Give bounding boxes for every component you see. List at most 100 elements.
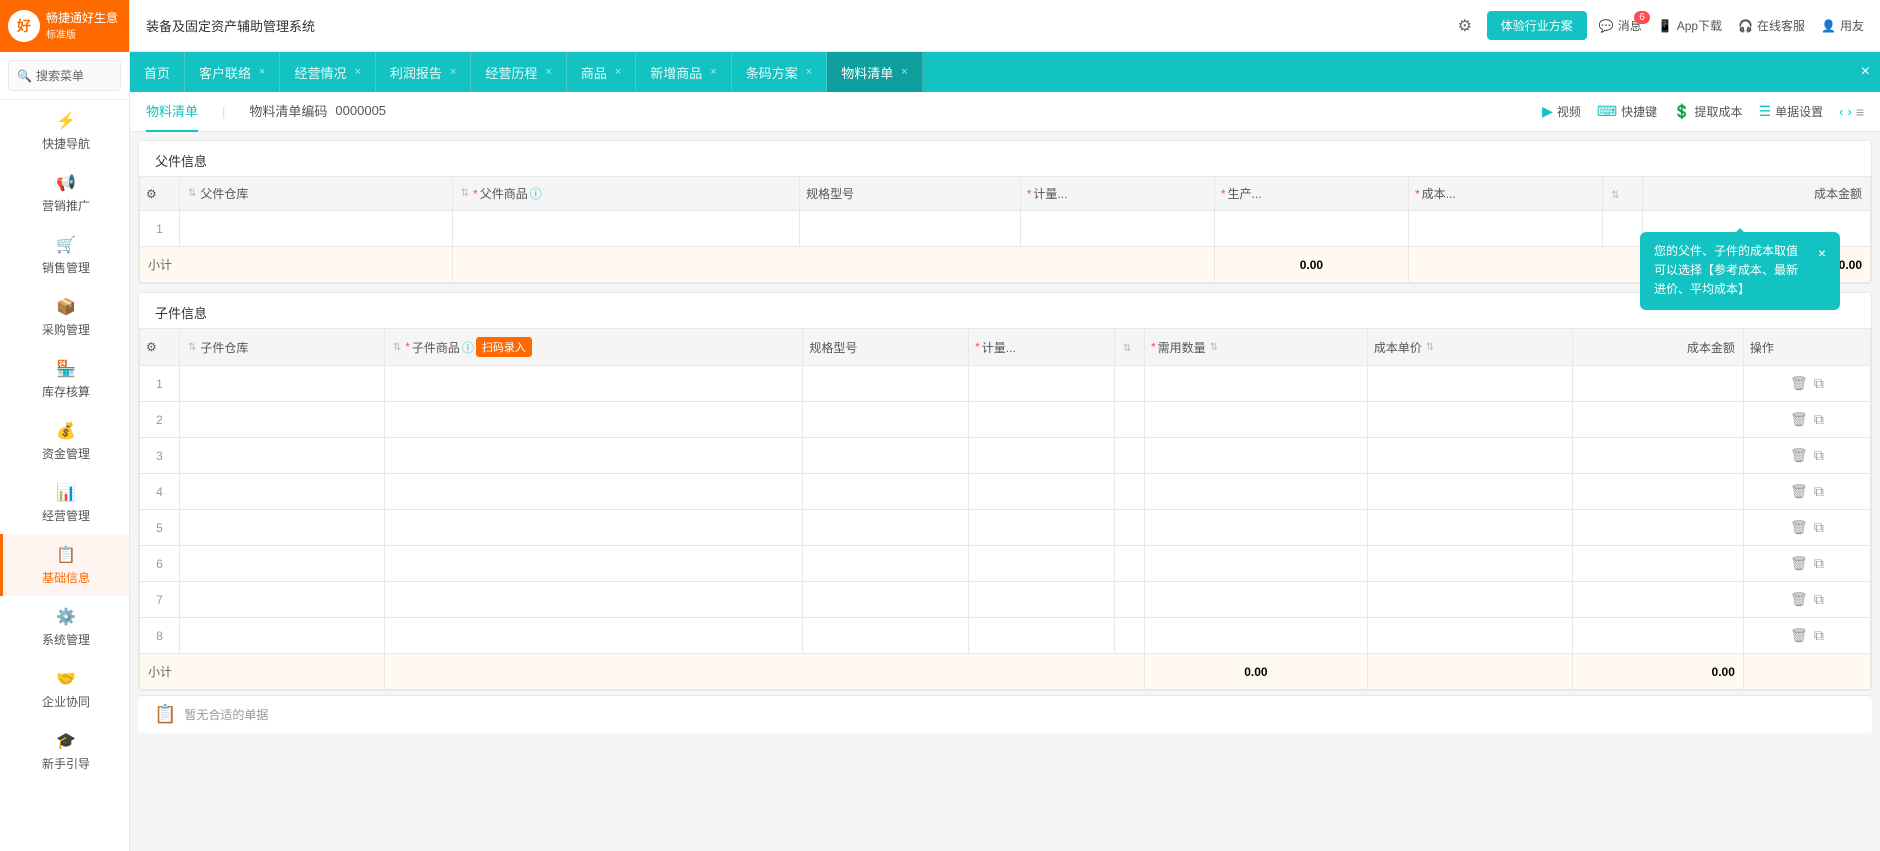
tab-customer[interactable]: 客户联络 × bbox=[185, 52, 280, 92]
sub-tab-bom-list[interactable]: 物料清单 bbox=[146, 92, 198, 132]
layout-button[interactable]: ≡ bbox=[1856, 104, 1864, 120]
shortcut-button[interactable]: ⌨ 快捷键 bbox=[1597, 103, 1657, 120]
tab-profit[interactable]: 利润报告 × bbox=[376, 52, 471, 92]
tab-product-close[interactable]: × bbox=[615, 66, 621, 78]
copy-icon[interactable]: ⧉ bbox=[1814, 375, 1824, 392]
copy-icon[interactable]: ⧉ bbox=[1814, 483, 1824, 500]
tooltip-close-button[interactable]: × bbox=[1818, 242, 1826, 264]
parent-row-1-num: 1 bbox=[140, 211, 180, 247]
message-button[interactable]: 💬 消息 6 bbox=[1599, 17, 1642, 34]
cost-tooltip: × 您的父件、子件的成本取值可以选择【参考成本、最新进价、平均成本】 bbox=[1640, 232, 1840, 310]
child-row-1-quantity[interactable] bbox=[969, 366, 1115, 402]
parent-row-1-production[interactable] bbox=[1214, 211, 1408, 247]
delete-icon[interactable]: 🗑 bbox=[1790, 555, 1808, 572]
delete-icon[interactable]: 🗑 bbox=[1790, 483, 1808, 500]
search-menu-button[interactable]: 🔍 搜索菜单 bbox=[8, 60, 121, 91]
parent-row-1-cost[interactable] bbox=[1408, 211, 1602, 247]
sidebar-item-operation[interactable]: 📊 经营管理 bbox=[0, 472, 129, 534]
sub-tabs: 物料清单 | 物料清单编码 0000005 ▶ 视频 ⌨ 快捷键 💲 提 bbox=[130, 92, 1880, 132]
prev-button[interactable]: ‹ bbox=[1839, 104, 1843, 119]
parent-section: 父件信息 ⚙ ⇅父件仓库 ⇅ * bbox=[138, 140, 1872, 284]
copy-icon[interactable]: ⧉ bbox=[1814, 555, 1824, 572]
tab-history[interactable]: 经营历程 × bbox=[471, 52, 566, 92]
tab-add-product[interactable]: 新增商品 × bbox=[636, 52, 731, 92]
copy-icon[interactable]: ⧉ bbox=[1814, 447, 1824, 464]
copy-icon[interactable]: ⧉ bbox=[1814, 519, 1824, 536]
tab-operation-status-label: 经营情况 bbox=[294, 63, 346, 82]
parent-row-1-spec[interactable] bbox=[800, 211, 1021, 247]
delete-icon[interactable]: 🗑 bbox=[1790, 519, 1808, 536]
sidebar-item-sales-label: 销售管理 bbox=[42, 259, 90, 276]
copy-icon[interactable]: ⧉ bbox=[1814, 411, 1824, 428]
child-col-product: ⇅ * 子件商品 ⓘ 扫码录入 bbox=[384, 329, 803, 366]
tab-operation-status-close[interactable]: × bbox=[354, 66, 360, 78]
parent-subtotal-cost: 0.00 bbox=[1214, 247, 1408, 283]
user-button[interactable]: 👤 用友 bbox=[1821, 17, 1864, 34]
tab-customer-close[interactable]: × bbox=[259, 66, 265, 78]
delete-icon[interactable]: 🗑 bbox=[1790, 411, 1808, 428]
system-title: 装备及固定资产辅助管理系统 bbox=[146, 16, 1439, 35]
sidebar-item-sales[interactable]: 🛒 销售管理 bbox=[0, 224, 129, 286]
copy-icon[interactable]: ⧉ bbox=[1814, 627, 1824, 644]
parent-row-1-quantity[interactable] bbox=[1020, 211, 1214, 247]
delete-icon[interactable]: 🗑 bbox=[1790, 447, 1808, 464]
delete-icon[interactable]: 🗑 bbox=[1790, 375, 1808, 392]
sidebar-item-enterprise[interactable]: 🤝 企业协同 bbox=[0, 658, 129, 720]
tab-profit-label: 利润报告 bbox=[390, 63, 442, 82]
sub-tab-bom-list-label: 物料清单 bbox=[146, 101, 198, 120]
sub-tab-bom-number[interactable]: 物料清单编码 0000005 bbox=[249, 92, 386, 132]
parent-row-1-product[interactable] bbox=[452, 211, 799, 247]
single-setting-button[interactable]: ☰ 单据设置 bbox=[1759, 103, 1824, 120]
parent-col-settings[interactable]: ⚙ bbox=[140, 177, 180, 211]
parent-row-1-warehouse[interactable] bbox=[180, 211, 453, 247]
parent-col-cost: *成本... bbox=[1408, 177, 1602, 211]
child-row-1-warehouse[interactable] bbox=[180, 366, 385, 402]
child-row-1-amount[interactable] bbox=[1572, 366, 1743, 402]
tab-bom-close[interactable]: × bbox=[901, 66, 907, 78]
video-button[interactable]: ▶ 视频 bbox=[1542, 103, 1581, 120]
settings-button[interactable]: ⚙ bbox=[1451, 12, 1479, 40]
child-row-5-actions: 🗑⧉ bbox=[1744, 519, 1870, 536]
sidebar-item-guide[interactable]: 🎓 新手引导 bbox=[0, 720, 129, 782]
next-button[interactable]: › bbox=[1847, 104, 1851, 119]
tab-history-close[interactable]: × bbox=[545, 66, 551, 78]
tab-home[interactable]: 首页 bbox=[130, 52, 185, 92]
sidebar-item-purchase[interactable]: 📦 采购管理 bbox=[0, 286, 129, 348]
cost-label: 提取成本 bbox=[1695, 103, 1743, 120]
scan-button[interactable]: 扫码录入 bbox=[476, 337, 532, 357]
delete-icon[interactable]: 🗑 bbox=[1790, 591, 1808, 608]
nav-tabs: 首页 客户联络 × 经营情况 × 利润报告 × 经营历程 × 商品 × 新增商品… bbox=[130, 52, 1880, 92]
sidebar-item-marketing[interactable]: 📢 营销推广 bbox=[0, 162, 129, 224]
tab-operation-status[interactable]: 经营情况 × bbox=[280, 52, 375, 92]
tab-add-product-close[interactable]: × bbox=[710, 66, 716, 78]
sidebar-item-system[interactable]: ⚙️ 系统管理 bbox=[0, 596, 129, 658]
trial-button[interactable]: 体验行业方案 bbox=[1487, 11, 1587, 40]
sidebar-item-basic[interactable]: 📋 基础信息 bbox=[0, 534, 129, 596]
tab-barcode-close[interactable]: × bbox=[806, 66, 812, 78]
sidebar-item-finance[interactable]: 💰 资金管理 bbox=[0, 410, 129, 472]
child-col-settings[interactable]: ⚙ bbox=[140, 329, 180, 366]
header-actions: 💬 消息 6 📱 App下载 🎧 在线客服 👤 用友 bbox=[1599, 17, 1864, 34]
inventory-icon: 🏪 bbox=[55, 358, 77, 380]
tab-bom[interactable]: 物料清单 × bbox=[827, 52, 922, 92]
cost-button[interactable]: 💲 提取成本 bbox=[1673, 103, 1742, 120]
sidebar-item-quicknav[interactable]: ⚡ 快捷导航 bbox=[0, 100, 129, 162]
child-product-info-icon: ⓘ bbox=[462, 339, 474, 356]
tab-barcode[interactable]: 条码方案 × bbox=[732, 52, 827, 92]
online-label: 在线客服 bbox=[1757, 17, 1805, 34]
child-row-1-spec[interactable] bbox=[803, 366, 969, 402]
sidebar-item-inventory[interactable]: 🏪 库存核算 bbox=[0, 348, 129, 410]
child-row-1-unit-cost[interactable] bbox=[1367, 366, 1572, 402]
tab-profit-close[interactable]: × bbox=[450, 66, 456, 78]
tab-product[interactable]: 商品 × bbox=[567, 52, 636, 92]
parent-table: ⚙ ⇅父件仓库 ⇅ * 父件商品 ⓘ bbox=[139, 176, 1871, 283]
nav-close-all-button[interactable]: × bbox=[1851, 63, 1880, 81]
child-row-1-product[interactable] bbox=[384, 366, 803, 402]
sidebar-item-quicknav-label: 快捷导航 bbox=[42, 135, 90, 152]
online-service-button[interactable]: 🎧 在线客服 bbox=[1738, 17, 1805, 34]
child-row-1-needed[interactable] bbox=[1144, 366, 1367, 402]
copy-icon[interactable]: ⧉ bbox=[1814, 591, 1824, 608]
delete-icon[interactable]: 🗑 bbox=[1790, 627, 1808, 644]
bottom-icon: 📋 bbox=[154, 704, 176, 725]
app-download-button[interactable]: 📱 App下载 bbox=[1658, 17, 1722, 34]
